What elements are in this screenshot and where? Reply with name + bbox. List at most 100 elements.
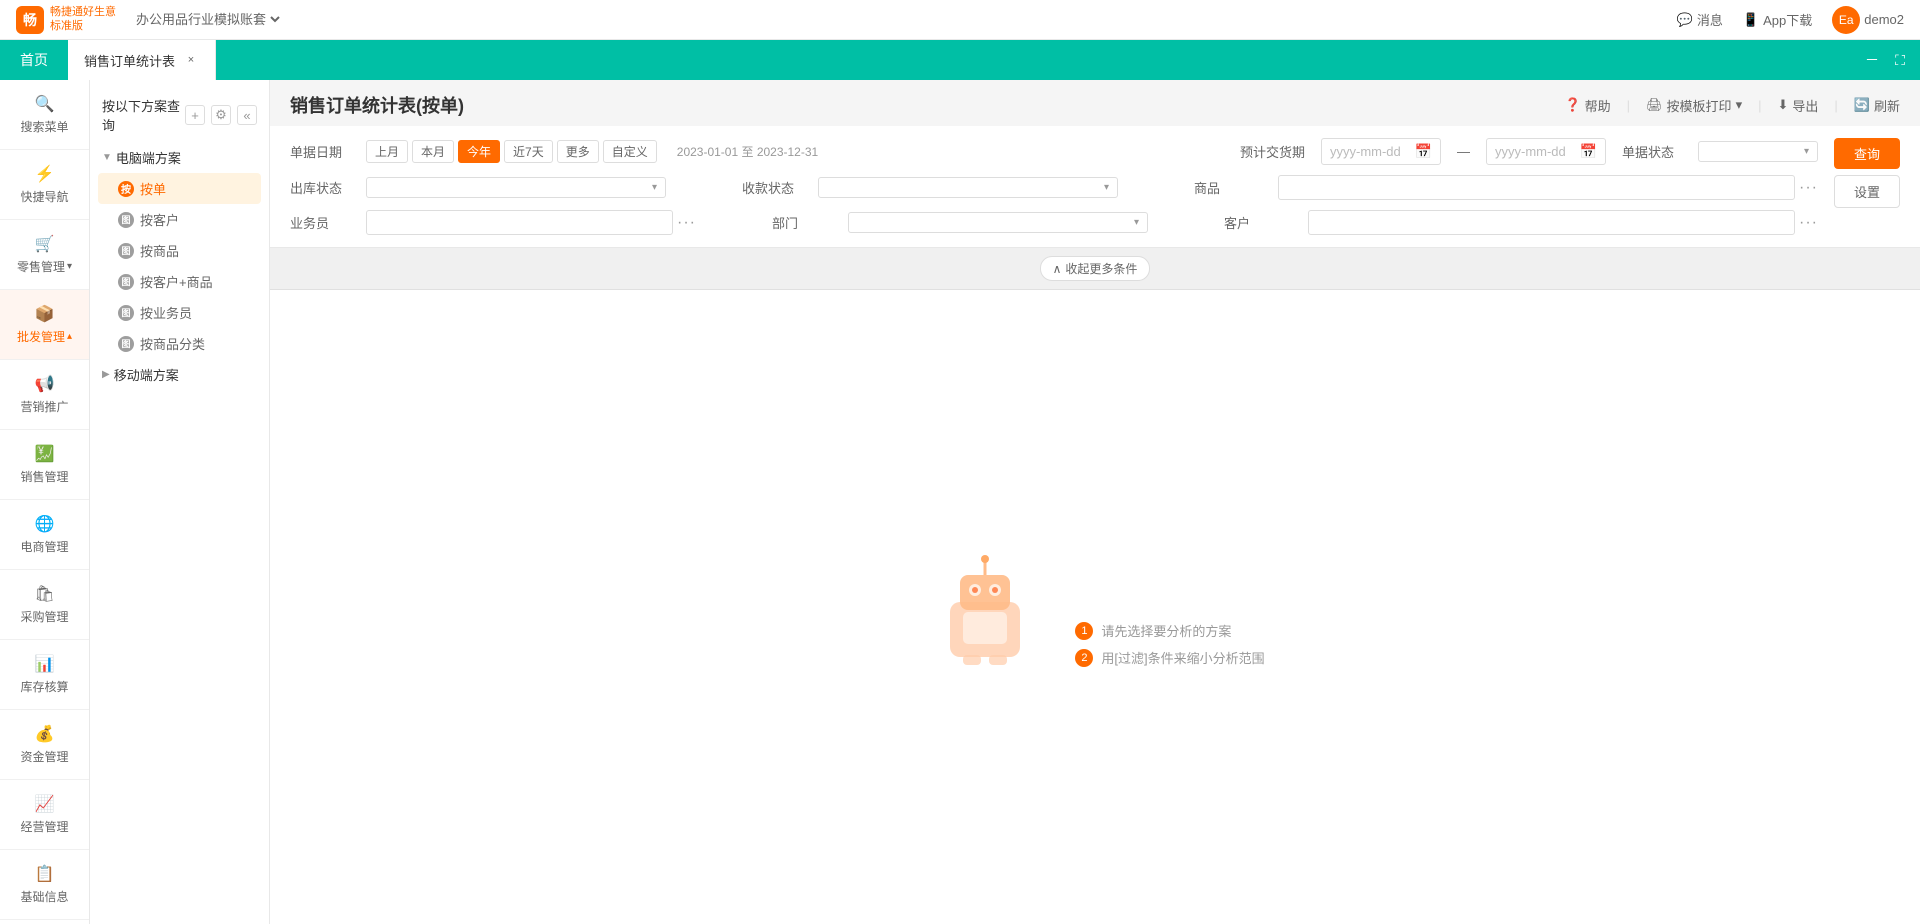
tab-sales-stats[interactable]: 销售订单统计表 × — [68, 40, 216, 80]
date-btn-more[interactable]: 更多 — [557, 140, 599, 163]
query-button[interactable]: 查询 — [1834, 138, 1900, 169]
collapse-panel-button[interactable]: « — [237, 105, 257, 125]
date-btn-this-year[interactable]: 今年 — [458, 140, 500, 163]
staff-more-icon[interactable]: ··· — [677, 214, 696, 232]
tree-child-by-category[interactable]: 图 按商品分类 — [98, 328, 261, 359]
logo-letter: 畅 — [23, 10, 37, 30]
refresh-button[interactable]: 🔄 刷新 — [1854, 96, 1900, 115]
date-btn-custom[interactable]: 自定义 — [603, 140, 657, 163]
product-more-icon[interactable]: ··· — [1799, 179, 1818, 197]
date-btn-this-month[interactable]: 本月 — [412, 140, 454, 163]
export-button[interactable]: ⬇ 导出 — [1777, 96, 1818, 115]
avatar: Ea — [1832, 6, 1860, 34]
staff-input[interactable] — [366, 210, 673, 235]
date-btn-last-month[interactable]: 上月 — [366, 140, 408, 163]
sidebar: 🔍 搜索菜单 ⚡ 快捷导航 🛒 零售管理 ▾ 📦 批发管理 ▴ 📢 营销推广 — [0, 80, 90, 924]
sidebar-item-wholesale[interactable]: 📦 批发管理 ▴ — [0, 290, 89, 360]
app-download-action[interactable]: 📱 App下载 — [1743, 10, 1812, 29]
page-actions: ❓ 帮助 | 🖨 按模板打印 ▾ | ⬇ 导出 | — [1564, 96, 1900, 115]
sidebar-item-retail[interactable]: 🛒 零售管理 ▾ — [0, 220, 89, 290]
tree-child-by-cust-prod[interactable]: 图 按客户+商品 — [98, 266, 261, 297]
customer-more-icon[interactable]: ··· — [1799, 214, 1818, 232]
dept-select[interactable]: ▾ — [848, 212, 1148, 233]
tab-minimize-button[interactable]: － — [1860, 48, 1884, 72]
expected-date-label: 预计交货期 — [1240, 142, 1305, 161]
content-area: 按以下方案查询 + ⚙ « ▼ 电脑端方案 按 按单 图 按客户 — [90, 80, 1920, 924]
product-input[interactable] — [1278, 175, 1795, 200]
settings-scheme-button[interactable]: ⚙ — [211, 105, 231, 125]
sidebar-item-finance[interactable]: 💰 资金管理 — [0, 710, 89, 780]
user-menu[interactable]: Ea demo2 — [1832, 6, 1904, 34]
tree-child-by-product[interactable]: 图 按商品 — [98, 235, 261, 266]
status-select[interactable]: ▾ — [1698, 141, 1818, 162]
print-arrow-icon: ▾ — [1736, 97, 1743, 113]
payment-status-select[interactable]: ▾ — [818, 177, 1118, 198]
add-scheme-button[interactable]: + — [185, 105, 205, 125]
sidebar-item-operations[interactable]: 📈 经营管理 — [0, 780, 89, 850]
tip-number-2: 2 — [1075, 649, 1093, 667]
tab-maximize-button[interactable]: ⛶ — [1888, 48, 1912, 72]
date-shortcuts: 上月 本月 今年 近7天 更多 自定义 — [366, 140, 657, 163]
tree-child-by-staff[interactable]: 图 按业务员 — [98, 297, 261, 328]
scheme-icon-by-cust-prod: 图 — [118, 274, 134, 290]
tree-child-by-customer[interactable]: 图 按客户 — [98, 204, 261, 235]
sidebar-item-inventory[interactable]: 📊 库存核算 — [0, 640, 89, 710]
dept-dropdown-arrow-icon: ▾ — [1134, 217, 1139, 228]
filter-rows-main: 单据日期 上月 本月 今年 近7天 更多 自定义 2023-01-01 至 20… — [290, 138, 1818, 235]
tree-section: ▼ 电脑端方案 按 按单 图 按客户 图 按商品 图 按客户+商品 — [90, 142, 269, 390]
logo-text: 畅捷通好生意 标准版 — [50, 6, 116, 32]
status-dropdown-arrow-icon: ▾ — [1804, 146, 1809, 157]
product-label: 商品 — [1194, 178, 1254, 197]
empty-tips: 1 请先选择要分析的方案 2 用[过滤]条件来缩小分析范围 — [1075, 621, 1264, 667]
left-panel-actions: + ⚙ « — [185, 105, 257, 125]
print-button[interactable]: 🖨 按模板打印 ▾ — [1646, 96, 1742, 115]
tree-collapse-icon: ▶ — [102, 369, 110, 380]
scheme-icon-by-order: 按 — [118, 181, 134, 197]
sidebar-item-search[interactable]: 🔍 搜索菜单 — [0, 80, 89, 150]
tip-number-1: 1 — [1075, 622, 1093, 640]
chevron-up-icon: ▴ — [67, 331, 72, 342]
expected-date-end-input[interactable]: yyyy-mm-dd 📅 — [1486, 138, 1606, 165]
tree-parent-mobile[interactable]: ▶ 移动端方案 — [98, 359, 261, 390]
collapse-icon: ∧ — [1053, 262, 1062, 276]
robot-svg — [925, 547, 1045, 667]
collapse-row: ∧ 收起更多条件 — [270, 248, 1920, 290]
tree-child-by-order[interactable]: 按 按单 — [98, 173, 261, 204]
sidebar-item-marketing[interactable]: 📢 营销推广 — [0, 360, 89, 430]
delivery-status-label: 出库状态 — [290, 178, 350, 197]
filter-row-3: 业务员 ··· 部门 ▾ 客户 — [290, 210, 1818, 235]
query-buttons-area: 查询 设置 — [1834, 138, 1900, 208]
basic-icon: 📋 — [35, 864, 55, 884]
finance-icon: 💰 — [35, 724, 55, 744]
retail-icon: 🛒 — [35, 234, 55, 254]
message-action[interactable]: 💬 消息 — [1677, 10, 1723, 29]
company-selector[interactable]: 办公用品行业模拟账套 — [132, 11, 1661, 28]
dept-label: 部门 — [772, 213, 832, 232]
sidebar-item-system[interactable]: ⚙️ 系统管理 — [0, 920, 89, 924]
tree-parent-pc[interactable]: ▼ 电脑端方案 — [98, 142, 261, 173]
sidebar-item-ecommerce[interactable]: 🌐 电商管理 — [0, 500, 89, 570]
delivery-status-select[interactable]: ▾ — [366, 177, 666, 198]
sidebar-item-sales[interactable]: 💹 销售管理 — [0, 430, 89, 500]
sidebar-item-quicknav[interactable]: ⚡ 快捷导航 — [0, 150, 89, 220]
customer-label: 客户 — [1224, 213, 1284, 232]
settings-button[interactable]: 设置 — [1834, 175, 1900, 208]
company-dropdown[interactable]: 办公用品行业模拟账套 — [132, 11, 283, 28]
empty-content: 1 请先选择要分析的方案 2 用[过滤]条件来缩小分析范围 — [925, 547, 1264, 667]
help-button[interactable]: ❓ 帮助 — [1564, 96, 1610, 115]
tree-expand-icon: ▼ — [102, 152, 112, 163]
tab-close-icon[interactable]: × — [183, 52, 199, 68]
scheme-icon-by-customer: 图 — [118, 212, 134, 228]
sidebar-item-purchase[interactable]: 🛍 采购管理 — [0, 570, 89, 640]
customer-input[interactable] — [1308, 210, 1795, 235]
date-btn-last-7days[interactable]: 近7天 — [504, 140, 553, 163]
delivery-dropdown-arrow-icon: ▾ — [652, 182, 657, 193]
left-panel: 按以下方案查询 + ⚙ « ▼ 电脑端方案 按 按单 图 按客户 — [90, 80, 270, 924]
left-panel-header: 按以下方案查询 + ⚙ « — [90, 92, 269, 142]
sidebar-item-basic[interactable]: 📋 基础信息 — [0, 850, 89, 920]
expected-date-start-input[interactable]: yyyy-mm-dd 📅 — [1321, 138, 1441, 165]
tab-home[interactable]: 首页 — [0, 40, 68, 80]
right-panel: 销售订单统计表(按单) ❓ 帮助 | 🖨 按模板打印 ▾ | ⬇ — [270, 80, 1920, 924]
filter-row-2: 出库状态 ▾ 收款状态 ▾ 商品 — [290, 175, 1818, 200]
collapse-button[interactable]: ∧ 收起更多条件 — [1040, 256, 1151, 281]
